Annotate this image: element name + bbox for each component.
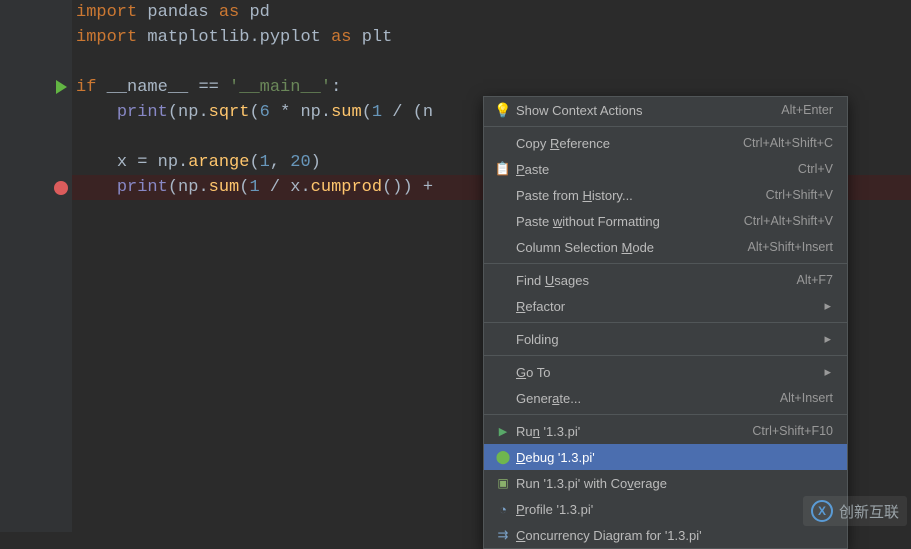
- menu-item[interactable]: ▣ Run '1.3.pi' with Coverage: [484, 470, 847, 496]
- menu-item[interactable]: Go To▸: [484, 359, 847, 385]
- watermark-badge-icon: X: [811, 500, 833, 522]
- menu-item[interactable]: Generate...Alt+Insert: [484, 385, 847, 411]
- menu-item-label: Concurrency Diagram for '1.3.pi': [514, 528, 833, 543]
- menu-item[interactable]: Copy ReferenceCtrl+Alt+Shift+C: [484, 130, 847, 156]
- menu-item-shortcut: Ctrl+Alt+Shift+V: [744, 214, 833, 228]
- profile-icon: ◔: [499, 502, 507, 517]
- menu-item[interactable]: Refactor▸: [484, 293, 847, 319]
- menu-item-label: Profile '1.3.pi': [514, 502, 833, 517]
- run-gutter-icon[interactable]: [52, 78, 70, 96]
- menu-separator: [484, 322, 847, 323]
- menu-item-label: Column Selection Mode: [514, 240, 748, 255]
- menu-item[interactable]: Column Selection ModeAlt+Shift+Insert: [484, 234, 847, 260]
- menu-item[interactable]: ⬤Debug '1.3.pi': [484, 444, 847, 470]
- menu-item[interactable]: ◔ Profile '1.3.pi': [484, 496, 847, 522]
- code-line[interactable]: [72, 50, 911, 75]
- menu-item-shortcut: Ctrl+Alt+Shift+C: [743, 136, 833, 150]
- gutter-line: [0, 50, 36, 75]
- menu-item-label: Generate...: [514, 391, 780, 406]
- gutter-line: [0, 125, 36, 150]
- menu-item-label: Folding: [514, 332, 824, 347]
- menu-item-label: Show Context Actions: [514, 103, 781, 118]
- menu-item-label: Run '1.3.pi' with Coverage: [514, 476, 833, 491]
- gutter-line: [0, 0, 36, 25]
- bulb-icon: 💡: [494, 102, 511, 119]
- breakpoint-icon[interactable]: [52, 179, 70, 197]
- gutter-line: [0, 25, 36, 50]
- menu-item[interactable]: Paste from History...Ctrl+Shift+V: [484, 182, 847, 208]
- gutter: [0, 0, 50, 532]
- context-menu[interactable]: 💡Show Context ActionsAlt+Enter Copy Refer…: [483, 96, 848, 549]
- gutter-line: [0, 100, 36, 125]
- menu-item-label: Run '1.3.pi': [514, 424, 752, 439]
- menu-item-shortcut: Ctrl+Shift+F10: [752, 424, 833, 438]
- menu-item-label: Paste from History...: [514, 188, 766, 203]
- gutter-line: [0, 75, 36, 100]
- menu-item[interactable]: ▶ Run '1.3.pi'Ctrl+Shift+F10: [484, 418, 847, 444]
- menu-item[interactable]: ⇉ Concurrency Diagram for '1.3.pi': [484, 522, 847, 548]
- menu-item-shortcut: Alt+Insert: [780, 391, 833, 405]
- watermark: X 创新互联: [803, 496, 907, 526]
- menu-separator: [484, 414, 847, 415]
- menu-item-label: Copy Reference: [514, 136, 743, 151]
- menu-item-label: Go To: [514, 365, 824, 380]
- menu-item-shortcut: Alt+Enter: [781, 103, 833, 117]
- run-icon: ▶: [499, 425, 507, 438]
- menu-separator: [484, 263, 847, 264]
- menu-item[interactable]: Folding▸: [484, 326, 847, 352]
- menu-item[interactable]: 💡Show Context ActionsAlt+Enter: [484, 97, 847, 123]
- menu-separator: [484, 126, 847, 127]
- menu-item[interactable]: Paste without FormattingCtrl+Alt+Shift+V: [484, 208, 847, 234]
- menu-item-label: Find Usages: [514, 273, 797, 288]
- clipboard-icon: 📋: [495, 161, 511, 177]
- concurrency-icon: ⇉: [498, 527, 509, 543]
- menu-separator: [484, 355, 847, 356]
- submenu-arrow-icon: ▸: [824, 331, 833, 347]
- coverage-icon: ▣: [497, 476, 508, 490]
- submenu-arrow-icon: ▸: [824, 298, 833, 314]
- menu-item-shortcut: Ctrl+V: [798, 162, 833, 176]
- menu-item-label: Paste without Formatting: [514, 214, 744, 229]
- menu-item-label: Debug '1.3.pi': [514, 450, 833, 465]
- menu-item[interactable]: 📋PasteCtrl+V: [484, 156, 847, 182]
- menu-item-label: Refactor: [514, 299, 824, 314]
- gutter-line: [0, 150, 36, 175]
- menu-item-label: Paste: [514, 162, 798, 177]
- watermark-text: 创新互联: [839, 501, 899, 522]
- marker-column: [50, 0, 72, 532]
- code-line[interactable]: import pandas as pd: [72, 0, 911, 25]
- gutter-line: [0, 175, 36, 200]
- bug-icon: ⬤: [496, 449, 511, 465]
- menu-item-shortcut: Ctrl+Shift+V: [766, 188, 833, 202]
- menu-item-shortcut: Alt+F7: [797, 273, 833, 287]
- submenu-arrow-icon: ▸: [824, 364, 833, 380]
- menu-item[interactable]: Find UsagesAlt+F7: [484, 267, 847, 293]
- menu-item-shortcut: Alt+Shift+Insert: [748, 240, 833, 254]
- code-line[interactable]: import matplotlib.pyplot as plt: [72, 25, 911, 50]
